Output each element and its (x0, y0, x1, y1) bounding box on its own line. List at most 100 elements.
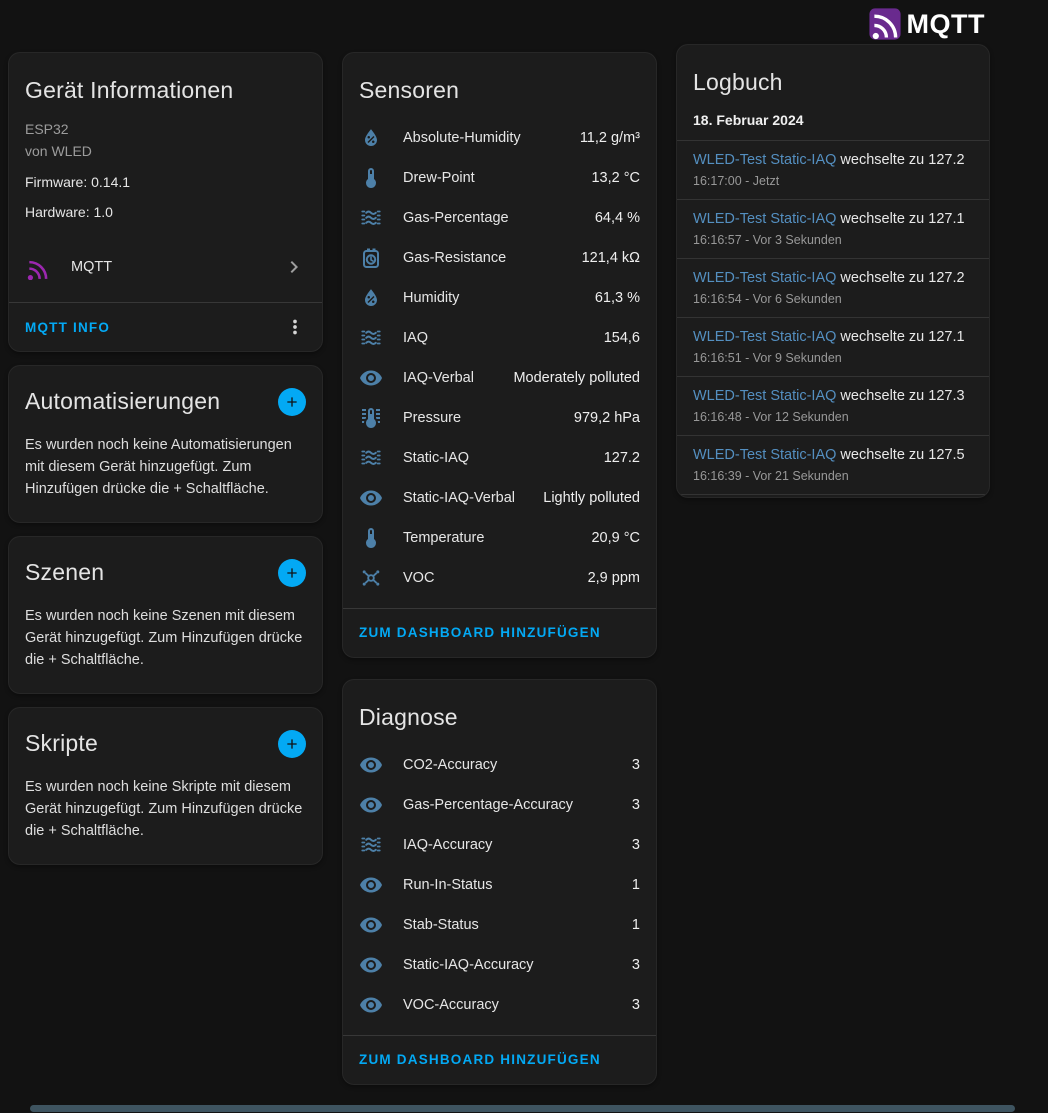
scripts-empty-text: Es wurden noch keine Skripte mit diesem … (25, 779, 303, 840)
diagnostic-row[interactable]: Run-In-Status 1 (359, 865, 640, 905)
diagnostic-value: 3 (631, 997, 640, 1013)
scripts-card: Skripte Es wurden noch keine Skripte mit… (8, 707, 323, 866)
logbook-time: 16:16:51 - Vor 9 Sekunden (693, 351, 842, 365)
mqtt-logo-icon (868, 7, 902, 41)
diagnostic-value: 3 (631, 957, 640, 973)
mqtt-info-link[interactable]: MQTT INFO (25, 320, 110, 335)
logbook-entry: WLED-Test Static-IAQwechselte zu 127.4 (677, 494, 989, 497)
logbook-entity-link[interactable]: WLED-Test Static-IAQ (693, 388, 836, 404)
logbook-entity-link[interactable]: WLED-Test Static-IAQ (693, 152, 836, 168)
sensor-row[interactable]: VOC 2,9 ppm (359, 558, 640, 598)
diagnostic-icon (359, 833, 383, 857)
logbook-entity-link[interactable]: WLED-Test Static-IAQ (693, 270, 836, 286)
page-header: MQTT (0, 0, 1048, 44)
middle-column: Sensoren Absolute-Humidity 11,2 g/m³ Dre… (342, 52, 657, 1085)
sensor-row[interactable]: Static-IAQ-Verbal Lightly polluted (359, 478, 640, 518)
device-model: ESP32 (25, 121, 69, 137)
diagnostic-row[interactable]: Static-IAQ-Accuracy 3 (359, 945, 640, 985)
logbook-message: wechselte zu 127.2 (840, 270, 965, 286)
logbook-entity-link[interactable]: WLED-Test Static-IAQ (693, 447, 836, 463)
left-column: Gerät Informationen ESP32 von WLED Firmw… (8, 52, 323, 866)
device-info-title: Gerät Informationen (25, 77, 234, 103)
sensor-value: Moderately polluted (513, 370, 640, 386)
sensor-row[interactable]: Absolute-Humidity 11,2 g/m³ (359, 118, 640, 158)
diagnostics-title: Diagnose (359, 704, 458, 730)
logbook-list[interactable]: WLED-Test Static-IAQ wechselte zu 127.2 1… (677, 140, 989, 497)
add-to-dashboard-link[interactable]: ZUM DASHBOARD HINZUFÜGEN (359, 1052, 601, 1067)
sensor-row[interactable]: IAQ-Verbal Moderately polluted (359, 358, 640, 398)
plus-icon (284, 734, 300, 754)
logbook-message: wechselte zu 127.5 (840, 447, 965, 463)
sensor-icon (359, 406, 383, 430)
scenes-title: Szenen (25, 559, 105, 586)
logbook-time: 16:17:00 - Jetzt (693, 174, 780, 188)
diagnostic-row[interactable]: Stab-Status 1 (359, 905, 640, 945)
sensor-row[interactable]: Static-IAQ 127.2 (359, 438, 640, 478)
diagnostic-label: Static-IAQ-Accuracy (403, 957, 534, 973)
diagnostic-icon (359, 753, 383, 777)
mqtt-icon (25, 254, 51, 280)
add-scene-button[interactable] (278, 558, 306, 587)
logbook-entry: WLED-Test Static-IAQ wechselte zu 127.2 1… (677, 140, 989, 199)
sensor-icon (359, 366, 383, 390)
sensor-row[interactable]: Temperature 20,9 °C (359, 518, 640, 558)
sensor-row[interactable]: Gas-Resistance 121,4 kΩ (359, 238, 640, 278)
sensor-label: Temperature (403, 530, 485, 546)
logbook-entity-link[interactable]: WLED-Test Static-IAQ (693, 211, 836, 227)
diagnostic-value: 3 (631, 837, 640, 853)
plus-icon (284, 392, 300, 412)
sensor-label: Gas-Percentage (403, 210, 509, 226)
diagnostic-row[interactable]: IAQ-Accuracy 3 (359, 825, 640, 865)
logbook-date-header: 18. Februar 2024 (693, 112, 804, 128)
sensor-row[interactable]: IAQ 154,6 (359, 318, 640, 358)
diagnostic-label: IAQ-Accuracy (403, 837, 493, 853)
sensor-row[interactable]: Humidity 61,3 % (359, 278, 640, 318)
diagnostic-row[interactable]: Gas-Percentage-Accuracy 3 (359, 785, 640, 825)
logbook-entry-line: WLED-Test Static-IAQ wechselte zu 127.3 (693, 386, 973, 406)
logbook-message: wechselte zu 127.1 (840, 211, 965, 227)
sensor-icon (359, 526, 383, 550)
sensor-icon (359, 126, 383, 150)
diagnostic-label: Gas-Percentage-Accuracy (403, 797, 574, 813)
sensor-label: Drew-Point (403, 170, 475, 186)
device-hardware: Hardware: 1.0 (25, 204, 113, 220)
connection-row-mqtt[interactable]: MQTT (25, 244, 306, 290)
logbook-time: 16:16:57 - Vor 3 Sekunden (693, 233, 842, 247)
sensor-row[interactable]: Gas-Percentage 64,4 % (359, 198, 640, 238)
sensor-icon (359, 206, 383, 230)
automations-title: Automatisierungen (25, 388, 221, 414)
logbook-entry: WLED-Test Static-IAQ wechselte zu 127.1 1… (677, 199, 989, 258)
add-script-button[interactable] (278, 729, 306, 758)
logbook-entry-line: WLED-Test Static-IAQ wechselte zu 127.5 (693, 445, 973, 465)
diagnostic-row[interactable]: CO2-Accuracy 3 (359, 745, 640, 785)
sensor-label: Absolute-Humidity (403, 130, 521, 146)
diagnostic-row[interactable]: VOC-Accuracy 3 (359, 985, 640, 1025)
sensor-label: Gas-Resistance (403, 250, 507, 266)
plus-icon (284, 563, 300, 583)
add-automation-button[interactable] (278, 387, 306, 416)
scenes-card: Szenen Es wurden noch keine Szenen mit d… (8, 536, 323, 695)
logbook-entry: WLED-Test Static-IAQ wechselte zu 127.2 1… (677, 258, 989, 317)
overflow-menu-button[interactable] (278, 310, 312, 344)
diagnostics-card: Diagnose CO2-Accuracy 3 Gas-Percentage-A… (342, 679, 657, 1085)
sensor-row[interactable]: Drew-Point 13,2 °C (359, 158, 640, 198)
logbook-message: wechselte zu 127.3 (840, 388, 965, 404)
sensor-label: Static-IAQ (403, 450, 470, 466)
logbook-entry-line: WLED-Test Static-IAQ wechselte zu 127.2 (693, 268, 973, 288)
sensor-row[interactable]: Pressure 979,2 hPa (359, 398, 640, 438)
sensor-value: 64,4 % (594, 210, 640, 226)
sensor-label: Static-IAQ-Verbal (403, 490, 516, 506)
sensors-card: Sensoren Absolute-Humidity 11,2 g/m³ Dre… (342, 52, 657, 658)
logbook-card: Logbuch 18. Februar 2024 WLED-Test Stati… (676, 44, 990, 498)
logbook-message: wechselte zu 127.2 (840, 152, 965, 168)
diagnostic-label: Stab-Status (403, 917, 479, 933)
add-to-dashboard-link[interactable]: ZUM DASHBOARD HINZUFÜGEN (359, 625, 601, 640)
sensor-label: Pressure (403, 410, 462, 426)
right-column: Logbuch 18. Februar 2024 WLED-Test Stati… (676, 44, 990, 498)
dots-vertical-icon (284, 316, 306, 338)
sensor-value: 979,2 hPa (573, 410, 640, 426)
logbook-entity-link[interactable]: WLED-Test Static-IAQ (693, 329, 836, 345)
device-firmware: Firmware: 0.14.1 (25, 174, 131, 190)
sensor-label: Humidity (403, 290, 460, 306)
horizontal-scrollbar[interactable] (30, 1105, 1015, 1112)
